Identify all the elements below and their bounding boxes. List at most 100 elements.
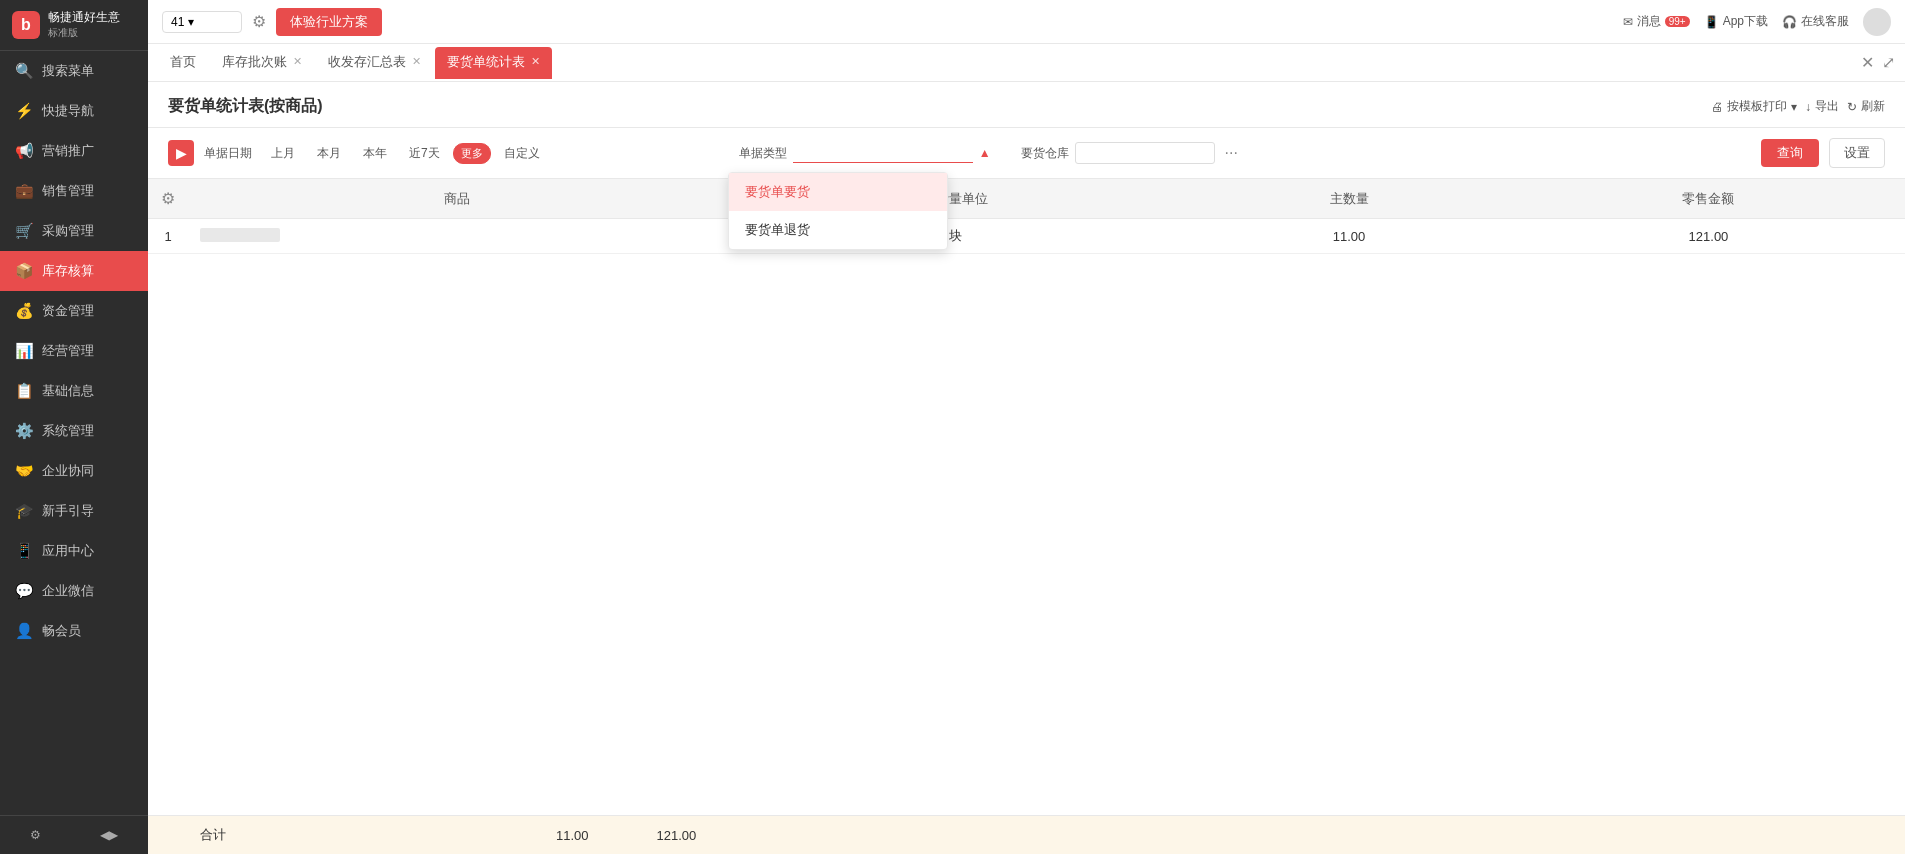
type-arrow-icon[interactable]: ▲: [979, 146, 991, 160]
sidebar-item-sales[interactable]: 💼 销售管理: [0, 171, 148, 211]
print-icon: 🖨: [1711, 100, 1723, 114]
tab-receive-summary-label: 收发存汇总表: [328, 53, 406, 71]
sidebar-item-guide-label: 新手引导: [42, 502, 94, 520]
inventory-icon: 📦: [14, 261, 34, 281]
tab-inventory-batch-label: 库存批次账: [222, 53, 287, 71]
tab-receive-summary-close[interactable]: ✕: [412, 55, 421, 68]
messages-label: 消息: [1637, 13, 1661, 30]
tab-requisition-stat-label: 要货单统计表: [447, 53, 525, 71]
dropdown-arrow-icon: ▾: [188, 15, 194, 29]
table-header-row: ⚙ 商品 主计量单位 主数量 零售金额: [148, 179, 1905, 219]
marketing-icon: 📢: [14, 141, 34, 161]
tab-home[interactable]: 首页: [158, 47, 208, 79]
sidebar-item-finance[interactable]: 💰 资金管理: [0, 291, 148, 331]
refresh-btn[interactable]: ↻ 刷新: [1847, 98, 1885, 115]
online-service-item[interactable]: 🎧 在线客服: [1782, 13, 1849, 30]
filter-more-icon[interactable]: ···: [1225, 144, 1238, 162]
this-month-btn[interactable]: 本月: [308, 141, 350, 166]
app-download-label: App下载: [1723, 13, 1768, 30]
total-amount: 121.00: [657, 828, 697, 843]
member-icon: 👤: [14, 621, 34, 641]
table-wrapper: ⚙ 商品 主计量单位 主数量 零售金额 1: [148, 179, 1905, 815]
recent7-btn[interactable]: 近7天: [400, 141, 449, 166]
sidebar-item-search[interactable]: 🔍 搜索菜单: [0, 51, 148, 91]
branch-value: 41: [171, 15, 184, 29]
guide-icon: 🎓: [14, 501, 34, 521]
tab-receive-summary[interactable]: 收发存汇总表 ✕: [316, 47, 433, 79]
date-label: 单据日期: [204, 145, 252, 162]
table-settings-icon[interactable]: ⚙: [161, 190, 175, 207]
app-version: 标准版: [48, 26, 120, 40]
filter-toggle-btn[interactable]: ▶: [168, 140, 194, 166]
tab-home-label: 首页: [170, 53, 196, 71]
collapse-btn[interactable]: ◀▶: [92, 824, 126, 846]
date-range-input[interactable]: 2023-05-06 至 2023-06-06: [559, 146, 709, 160]
topbar: 41 ▾ ⚙ 体验行业方案 ✉ 消息 99+ 📱 App下载 🎧 在线客服: [148, 0, 1905, 44]
custom-btn[interactable]: 自定义: [495, 141, 549, 166]
sidebar-item-basicinfo[interactable]: 📋 基础信息: [0, 371, 148, 411]
export-btn[interactable]: ↓ 导出: [1805, 98, 1839, 115]
sidebar-item-basicinfo-label: 基础信息: [42, 382, 94, 400]
quicknav-icon: ⚡: [14, 101, 34, 121]
prev-month-btn[interactable]: 上月: [262, 141, 304, 166]
product-placeholder: [200, 228, 280, 242]
type-input[interactable]: [793, 144, 973, 163]
messages-badge: 99+: [1665, 16, 1690, 27]
settings-bottom-btn[interactable]: ⚙: [22, 824, 49, 846]
sidebar-item-marketing[interactable]: 📢 营销推广: [0, 131, 148, 171]
headset-icon: 🎧: [1782, 15, 1797, 29]
tab-inventory-batch[interactable]: 库存批次账 ✕: [210, 47, 314, 79]
row-index: 1: [148, 219, 188, 254]
tab-restore-icon[interactable]: ⤢: [1882, 53, 1895, 72]
type-label: 单据类型: [739, 145, 787, 162]
page-title: 要货单统计表(按商品): [168, 96, 323, 117]
sidebar-item-appcenter[interactable]: 📱 应用中心: [0, 531, 148, 571]
row-product: [188, 219, 726, 254]
finance-icon: 💰: [14, 301, 34, 321]
col-product: 商品: [188, 179, 726, 219]
sales-icon: 💼: [14, 181, 34, 201]
dropdown-item-1[interactable]: 要货单退货: [729, 211, 947, 249]
col-quantity: 主数量: [1186, 179, 1512, 219]
search-icon: 🔍: [14, 61, 34, 81]
sidebar-item-marketing-label: 营销推广: [42, 142, 94, 160]
sidebar-item-guide[interactable]: 🎓 新手引导: [0, 491, 148, 531]
more-btn[interactable]: 更多: [453, 143, 491, 164]
app-logo: b 畅捷通好生意 标准版: [0, 0, 148, 51]
sidebar-nav: 🔍 搜索菜单 ⚡ 快捷导航 📢 营销推广 💼 销售管理 🛒 采购管理 📦 库存核…: [0, 51, 148, 815]
sidebar-item-corpwechat-label: 企业微信: [42, 582, 94, 600]
dropdown-item-0[interactable]: 要货单要货: [729, 173, 947, 211]
sidebar-item-appcenter-label: 应用中心: [42, 542, 94, 560]
trial-btn[interactable]: 体验行业方案: [276, 8, 382, 36]
sidebar-item-member-label: 畅会员: [42, 622, 81, 640]
warehouse-input[interactable]: [1075, 142, 1215, 164]
print-btn[interactable]: 🖨 按模板打印 ▾: [1711, 98, 1797, 115]
topbar-right: ✉ 消息 99+ 📱 App下载 🎧 在线客服: [1623, 8, 1891, 36]
sidebar-item-corpwechat[interactable]: 💬 企业微信: [0, 571, 148, 611]
sidebar-item-collab[interactable]: 🤝 企业协同: [0, 451, 148, 491]
tab-inventory-batch-close[interactable]: ✕: [293, 55, 302, 68]
settings-btn[interactable]: 设置: [1829, 138, 1885, 168]
query-btn[interactable]: 查询: [1761, 139, 1819, 167]
user-avatar[interactable]: [1863, 8, 1891, 36]
app-download-item[interactable]: 📱 App下载: [1704, 13, 1768, 30]
sidebar-item-member[interactable]: 👤 畅会员: [0, 611, 148, 651]
sidebar-item-quicknav[interactable]: ⚡ 快捷导航: [0, 91, 148, 131]
tab-requisition-stat-close[interactable]: ✕: [531, 55, 540, 68]
row-amount: 121.00: [1512, 219, 1905, 254]
messages-item[interactable]: ✉ 消息 99+: [1623, 13, 1690, 30]
this-year-btn[interactable]: 本年: [354, 141, 396, 166]
sidebar-item-inventory[interactable]: 📦 库存核算: [0, 251, 148, 291]
phone-icon: 📱: [1704, 15, 1719, 29]
sidebar-item-finance-label: 资金管理: [42, 302, 94, 320]
sidebar-item-management[interactable]: 📊 经营管理: [0, 331, 148, 371]
topbar-gear-icon[interactable]: ⚙: [252, 12, 266, 31]
tab-close-all-icon[interactable]: ✕: [1861, 53, 1874, 72]
date-group: 上月 本月 本年 近7天 更多 自定义: [262, 141, 549, 166]
tab-requisition-stat[interactable]: 要货单统计表 ✕: [435, 47, 552, 79]
sidebar-item-system[interactable]: ⚙️ 系统管理: [0, 411, 148, 451]
collab-icon: 🤝: [14, 461, 34, 481]
sidebar-item-purchase[interactable]: 🛒 采购管理: [0, 211, 148, 251]
branch-dropdown[interactable]: 41 ▾: [162, 11, 242, 33]
main-area: 41 ▾ ⚙ 体验行业方案 ✉ 消息 99+ 📱 App下载 🎧 在线客服: [148, 0, 1905, 854]
